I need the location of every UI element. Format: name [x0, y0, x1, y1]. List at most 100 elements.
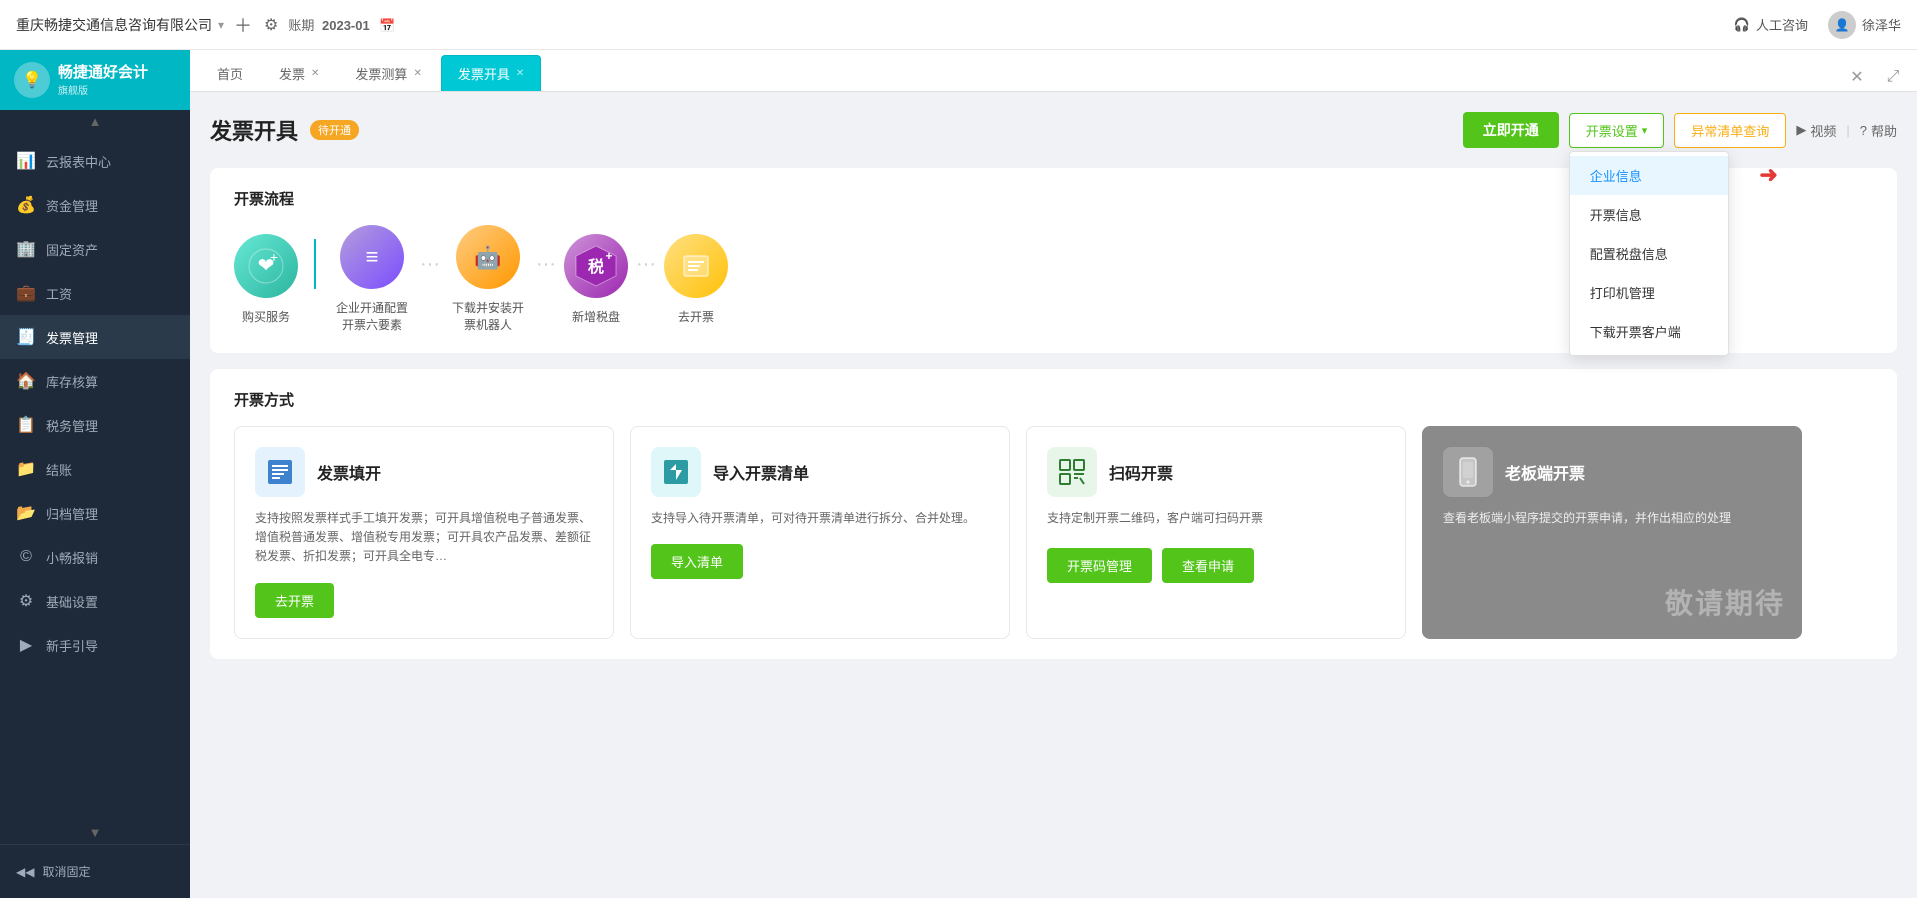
page-title: 发票开具 — [210, 114, 298, 146]
help-button[interactable]: ? 帮助 — [1860, 121, 1897, 140]
sidebar-item-salary[interactable]: 💼 工资 — [0, 271, 190, 315]
sidebar-item-inventory[interactable]: 🏠 库存核算 — [0, 359, 190, 403]
tab-invoice-close[interactable]: ✕ — [311, 68, 319, 79]
calendar-icon[interactable]: 📅 — [379, 18, 395, 33]
flow-step-label-2: 企业开通配置开票六要素 — [332, 299, 412, 333]
flow-step-label-1: 购买服务 — [242, 308, 290, 325]
tab-invoice-issue-label: 发票开具 — [458, 64, 510, 83]
tab-home[interactable]: 首页 — [200, 55, 260, 91]
help-label: 帮助 — [1871, 121, 1897, 140]
card-boss-desc: 查看老板端小程序提交的开票申请，并作出相应的处理 — [1443, 509, 1781, 528]
video-button[interactable]: ▶ 视频 — [1796, 121, 1836, 140]
logo-icon: 💡 — [14, 62, 50, 98]
card-fill-icon — [255, 447, 305, 497]
logo-text: 畅捷通好会计 — [58, 63, 148, 83]
dropdown-item-company-info[interactable]: 企业信息 ➜ — [1570, 156, 1728, 195]
sidebar-item-guide[interactable]: ▶ 新手引导 — [0, 623, 190, 667]
sidebar-item-tax[interactable]: 📋 税务管理 — [0, 403, 190, 447]
dropdown-item-invoice-info[interactable]: 开票信息 — [1570, 195, 1728, 234]
flow-icon-1: ❤ + — [234, 234, 298, 298]
card-scan-btn1[interactable]: 开票码管理 — [1047, 548, 1152, 583]
inventory-icon: 🏠 — [16, 371, 36, 391]
sidebar-item-checkout[interactable]: 📁 结账 — [0, 447, 190, 491]
top-bar: 重庆畅捷交通信息咨询有限公司 ▾ ＋ ⚙ 账期 2023-01 📅 🎧 人工咨询… — [0, 0, 1917, 50]
exception-list-button[interactable]: 异常清单查询 — [1674, 113, 1786, 148]
add-icon[interactable]: ＋ — [234, 12, 252, 38]
content-area: 首页 发票 ✕ 发票测算 ✕ 发票开具 ✕ ✕ ⤢ 发票开具 — [190, 50, 1917, 898]
pin-icon: ◀◀ — [16, 865, 34, 879]
flow-step-1[interactable]: ❤ + 购买服务 — [234, 234, 298, 325]
page-content: 发票开具 待开通 立即开通 开票设置 ▾ 企业信息 — [190, 92, 1917, 898]
sidebar-item-label: 税务管理 — [46, 416, 98, 435]
headset-icon: 🎧 — [1734, 17, 1750, 33]
tab-invoice[interactable]: 发票 ✕ — [262, 55, 336, 91]
flow-step-label-5: 去开票 — [678, 308, 714, 325]
dropdown-item-printer[interactable]: 打印机管理 — [1570, 273, 1728, 312]
dropdown-item-tax-config[interactable]: 配置税盘信息 — [1570, 234, 1728, 273]
logo-subtitle: 旗舰版 — [58, 82, 148, 97]
sidebar-item-cloud-report[interactable]: 📊 云报表中心 — [0, 139, 190, 183]
title-actions: 立即开通 开票设置 ▾ 企业信息 ➜ — [1463, 112, 1897, 148]
qr-scan-icon — [1056, 456, 1088, 488]
flow-step-label-3: 下载并安装开票机器人 — [448, 299, 528, 333]
sidebar-scroll-up[interactable]: ▲ — [0, 110, 190, 133]
sidebar-item-expense[interactable]: © 小畅报销 — [0, 535, 190, 579]
fixed-assets-icon: 🏢 — [16, 239, 36, 259]
flow-step-5[interactable]: 去开票 — [664, 234, 728, 325]
play-icon: ▶ — [1796, 122, 1806, 138]
dropdown-item-download-client[interactable]: 下载开票客户端 — [1570, 312, 1728, 351]
tab-invoice-calc[interactable]: 发票测算 ✕ — [338, 55, 438, 91]
dropdown-item-label: 打印机管理 — [1590, 286, 1655, 301]
card-scan-btn2[interactable]: 查看申请 — [1162, 548, 1254, 583]
card-scan-title: 扫码开票 — [1109, 460, 1173, 484]
flow-step-2[interactable]: ≡ 企业开通配置开票六要素 — [332, 225, 412, 333]
period-label: 账期 2023-01 📅 — [288, 15, 395, 34]
sidebar-item-label: 库存核算 — [46, 372, 98, 391]
settings-dropdown-container: 开票设置 ▾ 企业信息 ➜ 开票信息 — [1569, 113, 1665, 148]
company-selector[interactable]: 重庆畅捷交通信息咨询有限公司 ▾ — [16, 15, 224, 35]
import-icon — [660, 456, 692, 488]
settings-icon[interactable]: ⚙ — [264, 15, 278, 35]
tab-home-label: 首页 — [217, 64, 243, 83]
card-boss-title: 老板端开票 — [1505, 460, 1585, 484]
card-fill-btn[interactable]: 去开票 — [255, 583, 334, 618]
settings-button[interactable]: 开票设置 ▾ — [1569, 113, 1665, 148]
red-arrow-indicator: ➜ — [1759, 162, 1777, 188]
tab-expand-btn[interactable]: ⤢ — [1879, 63, 1907, 91]
card-import-btn[interactable]: 导入清单 — [651, 544, 743, 579]
card-scan-icon — [1047, 447, 1097, 497]
sidebar-item-label: 结账 — [46, 460, 72, 479]
help-section[interactable]: 🎧 人工咨询 — [1734, 15, 1808, 34]
guide-icon: ▶ — [16, 635, 36, 655]
card-import-desc: 支持导入待开票清单，可对待开票清单进行拆分、合并处理。 — [651, 509, 989, 528]
sidebar-item-label: 资金管理 — [46, 196, 98, 215]
video-label: 视频 — [1810, 121, 1836, 140]
tax-icon: 📋 — [16, 415, 36, 435]
flow-arrow-4: ··· — [636, 253, 656, 276]
card-fill-title: 发票填开 — [317, 460, 381, 484]
user-info[interactable]: 👤 徐泽华 — [1828, 11, 1901, 39]
sidebar-item-archive[interactable]: 📂 归档管理 — [0, 491, 190, 535]
user-name: 徐泽华 — [1862, 15, 1901, 34]
tab-invoice-calc-close[interactable]: ✕ — [413, 68, 421, 79]
dropdown-item-label: 配置税盘信息 — [1590, 247, 1668, 262]
sidebar-item-basic-settings[interactable]: ⚙ 基础设置 — [0, 579, 190, 623]
sidebar-item-fixed-assets[interactable]: 🏢 固定资产 — [0, 227, 190, 271]
tabs-bar: 首页 发票 ✕ 发票测算 ✕ 发票开具 ✕ ✕ ⤢ — [190, 50, 1917, 92]
card-boss-header: 老板端开票 — [1443, 447, 1781, 497]
tab-invoice-issue[interactable]: 发票开具 ✕ — [441, 55, 541, 91]
flow-step-3[interactable]: 🤖 下载并安装开票机器人 — [448, 225, 528, 333]
sidebar-item-fund-mgmt[interactable]: 💰 资金管理 — [0, 183, 190, 227]
flow-step-4[interactable]: 税 + 新增税盘 — [564, 234, 628, 325]
card-fill-desc: 支持按照发票样式手工填开发票；可开具增值税电子普通发票、增值税普通发票、增值税专… — [255, 509, 593, 567]
coming-soon-text: 敬请期待 — [1665, 582, 1785, 622]
activate-button[interactable]: 立即开通 — [1463, 112, 1559, 148]
sidebar-item-invoice-mgmt[interactable]: 🧾 发票管理 — [0, 315, 190, 359]
cloud-report-icon: 📊 — [16, 151, 36, 171]
sidebar-scroll-down[interactable]: ▼ — [0, 821, 190, 844]
tab-close-btn[interactable]: ✕ — [1843, 63, 1871, 91]
top-bar-right: 🎧 人工咨询 👤 徐泽华 — [1734, 11, 1901, 39]
tab-invoice-issue-close[interactable]: ✕ — [516, 68, 524, 79]
salary-icon: 💼 — [16, 283, 36, 303]
cancel-pin-button[interactable]: ◀◀ 取消固定 — [0, 853, 190, 890]
